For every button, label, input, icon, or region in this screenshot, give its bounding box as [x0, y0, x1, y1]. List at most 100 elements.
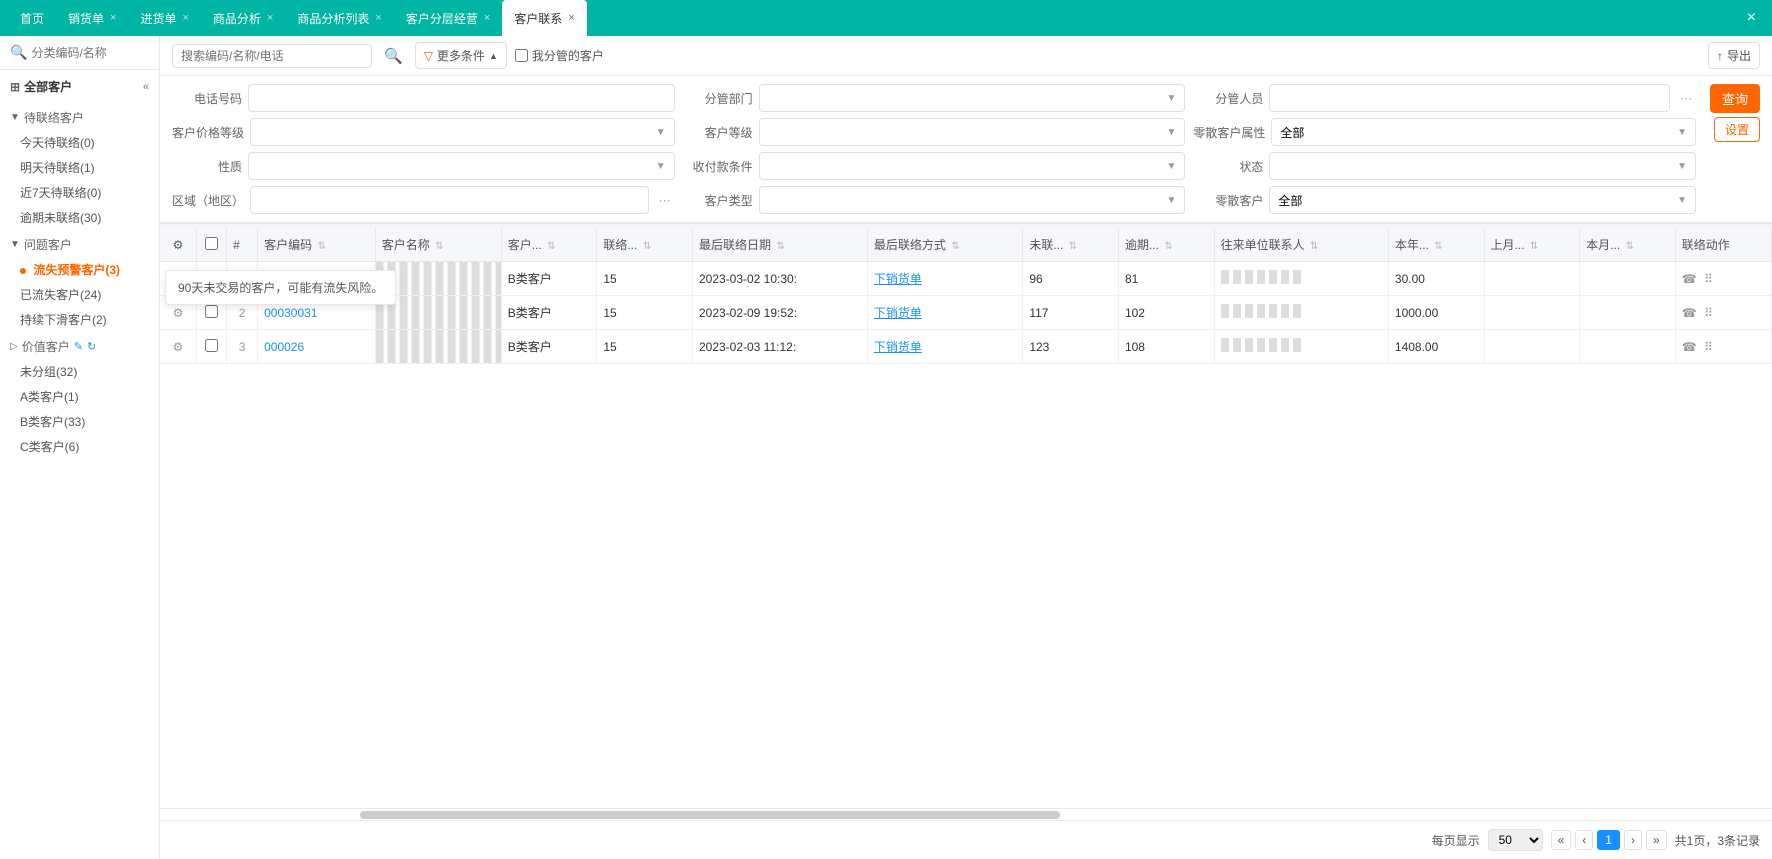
row-action[interactable]: ☎ ⠿ [1675, 296, 1771, 330]
sidebar-item-churn-warn[interactable]: 流失预警客户(3) [0, 257, 159, 282]
th-last-contact-method[interactable]: 最后联络方式 ⇅ [867, 228, 1022, 262]
nature-select[interactable]: ▼ [248, 152, 675, 180]
filter-search-input[interactable] [172, 44, 372, 68]
th-this-month[interactable]: 本月... ⇅ [1580, 228, 1676, 262]
th-contact-person[interactable]: 往来单位联系人 ⇅ [1214, 228, 1388, 262]
tab-goods-analysis[interactable]: 商品分析 × [201, 0, 285, 36]
more-action-icon[interactable]: ⠿ [1704, 306, 1713, 320]
tab-purchase[interactable]: 进货单 × [128, 0, 200, 36]
contact-icon[interactable]: ☎ [1682, 272, 1697, 286]
payment-select[interactable]: ▼ [759, 152, 1186, 180]
row-last-contact-method[interactable]: 下销货单 [867, 296, 1022, 330]
sidebar-item-type-c[interactable]: C类客户(6) [0, 434, 159, 459]
th-checkbox[interactable] [197, 228, 227, 262]
contact-icon[interactable]: ☎ [1682, 340, 1697, 354]
next-page-button[interactable]: › [1624, 830, 1642, 850]
tab-customer-contact[interactable]: 客户联系 × [502, 0, 586, 36]
select-all-checkbox[interactable] [205, 237, 218, 250]
sidebar-section-pending[interactable]: ▼ 待联络客户 [0, 103, 159, 130]
sidebar-search-input[interactable] [31, 46, 160, 60]
customer-level-select[interactable]: ▼ [759, 118, 1186, 146]
close-tab-customer-layers-icon[interactable]: × [484, 12, 490, 24]
window-close-button[interactable]: × [1739, 5, 1764, 31]
sidebar-item-churned[interactable]: 已流失客户(24) [0, 282, 159, 307]
th-this-year[interactable]: 本年... ⇅ [1388, 228, 1484, 262]
th-contact-count[interactable]: 联络... ⇅ [597, 228, 693, 262]
arrow-down-icon: ▼ [10, 112, 20, 123]
horizontal-scrollbar[interactable] [160, 808, 1772, 820]
sidebar-root-label[interactable]: ⊞ 全部客户 « [0, 70, 159, 103]
more-action-icon[interactable]: ⠿ [1704, 340, 1713, 354]
sidebar-item-declining[interactable]: 持续下滑客户(2) [0, 307, 159, 332]
customer-type-select[interactable]: ▼ [759, 186, 1186, 214]
filter-search-button[interactable]: 🔍 [380, 45, 407, 67]
page-size-select[interactable]: 50 100 [1488, 829, 1543, 851]
sidebar-item-week[interactable]: 近7天待联络(0) [0, 180, 159, 205]
th-last-contact-date[interactable]: 最后联络日期 ⇅ [692, 228, 867, 262]
tab-sales[interactable]: 销货单 × [56, 0, 128, 36]
close-tab-sales-icon[interactable]: × [110, 12, 116, 24]
manager-dots[interactable]: ··· [1676, 91, 1696, 105]
settings-button[interactable]: 设置 [1714, 117, 1760, 142]
tab-home[interactable]: 首页 [8, 0, 56, 36]
th-code[interactable]: 客户编码 ⇅ [258, 228, 376, 262]
collapse-icon[interactable]: « [143, 81, 149, 93]
prev-page-button[interactable]: ‹ [1575, 830, 1593, 850]
manager-input[interactable] [1269, 84, 1670, 112]
customer-type-label: 客户类型 [683, 192, 753, 209]
price-level-select[interactable]: ▼ [250, 118, 675, 146]
dept-select[interactable]: ▼ [759, 84, 1186, 112]
refresh-icon[interactable]: ↻ [87, 340, 96, 353]
tab-goods-list[interactable]: 商品分析列表 × [285, 0, 393, 36]
close-tab-goods-analysis-icon[interactable]: × [267, 12, 273, 24]
first-page-button[interactable]: « [1551, 830, 1572, 850]
sort-icon2: ⇅ [435, 241, 443, 252]
last-page-button[interactable]: » [1646, 830, 1667, 850]
edit-icon[interactable]: ✎ [74, 340, 83, 353]
scroll-thumb[interactable] [360, 811, 1060, 819]
row-last-contact-method[interactable]: 下销货单 [867, 330, 1022, 364]
sidebar-item-type-a[interactable]: A类客户(1) [0, 384, 159, 409]
phone-input[interactable] [248, 84, 675, 112]
sidebar-item-today[interactable]: 今天待联络(0) [0, 130, 159, 155]
table-row: ⚙ 1 000011 B类客户 15 2023-03-02 10:30: 下销货… [160, 262, 1772, 296]
sidebar-section-value[interactable]: ▷ 价值客户 ✎ ↻ [0, 332, 159, 359]
th-customer-type[interactable]: 客户... ⇅ [501, 228, 597, 262]
row-code[interactable]: 000026 [258, 330, 376, 364]
close-tab-purchase-icon[interactable]: × [182, 12, 188, 24]
scatter-attr-select[interactable]: 全部 ▼ [1271, 118, 1696, 146]
my-customers-checkbox[interactable]: 我分管的客户 [515, 47, 604, 64]
close-tab-customer-contact-icon[interactable]: × [568, 12, 574, 24]
row-checkbox[interactable] [197, 330, 227, 364]
region-label: 区域（地区） [172, 192, 244, 209]
my-customers-check[interactable] [515, 49, 528, 62]
tab-customer-layers[interactable]: 客户分层经营 × [394, 0, 502, 36]
sidebar-item-type-b[interactable]: B类客户(33) [0, 409, 159, 434]
row-settings[interactable]: ⚙ [160, 330, 197, 364]
filter-actions: 查询 设置 [1700, 84, 1760, 214]
th-name[interactable]: 客户名称 ⇅ [375, 228, 501, 262]
row-action[interactable]: ☎ ⠿ [1675, 262, 1771, 296]
sidebar-section-problem[interactable]: ▼ 问题客户 [0, 230, 159, 257]
row-action[interactable]: ☎ ⠿ [1675, 330, 1771, 364]
status-select[interactable]: ▼ [1269, 152, 1696, 180]
more-action-icon[interactable]: ⠿ [1704, 272, 1713, 286]
scatter-customer-select[interactable]: 全部 ▼ [1269, 186, 1696, 214]
contact-icon[interactable]: ☎ [1682, 306, 1697, 320]
region-dots[interactable]: ··· [655, 193, 675, 207]
export-button[interactable]: ↑ 导出 [1708, 42, 1760, 69]
sidebar-item-tomorrow[interactable]: 明天待联络(1) [0, 155, 159, 180]
region-input[interactable] [250, 186, 649, 214]
close-tab-goods-list-icon[interactable]: × [375, 12, 381, 24]
row-last-contact-method[interactable]: 下销货单 [867, 262, 1022, 296]
sidebar-item-ungroup[interactable]: 未分组(32) [0, 359, 159, 384]
th-last-month[interactable]: 上月... ⇅ [1484, 228, 1580, 262]
row-last-month [1484, 262, 1580, 296]
pagination: 每页显示 50 100 « ‹ 1 › » 共1页，3条记录 [160, 820, 1772, 859]
more-conditions-button[interactable]: ▽ 更多条件 ▲ [415, 42, 507, 69]
query-button[interactable]: 查询 [1710, 84, 1760, 113]
th-uncontacted[interactable]: 未联... ⇅ [1023, 228, 1119, 262]
th-settings[interactable]: ⚙ [160, 228, 197, 262]
sidebar-item-overdue[interactable]: 逾期未联络(30) [0, 205, 159, 230]
th-overdue[interactable]: 逾期... ⇅ [1118, 228, 1214, 262]
